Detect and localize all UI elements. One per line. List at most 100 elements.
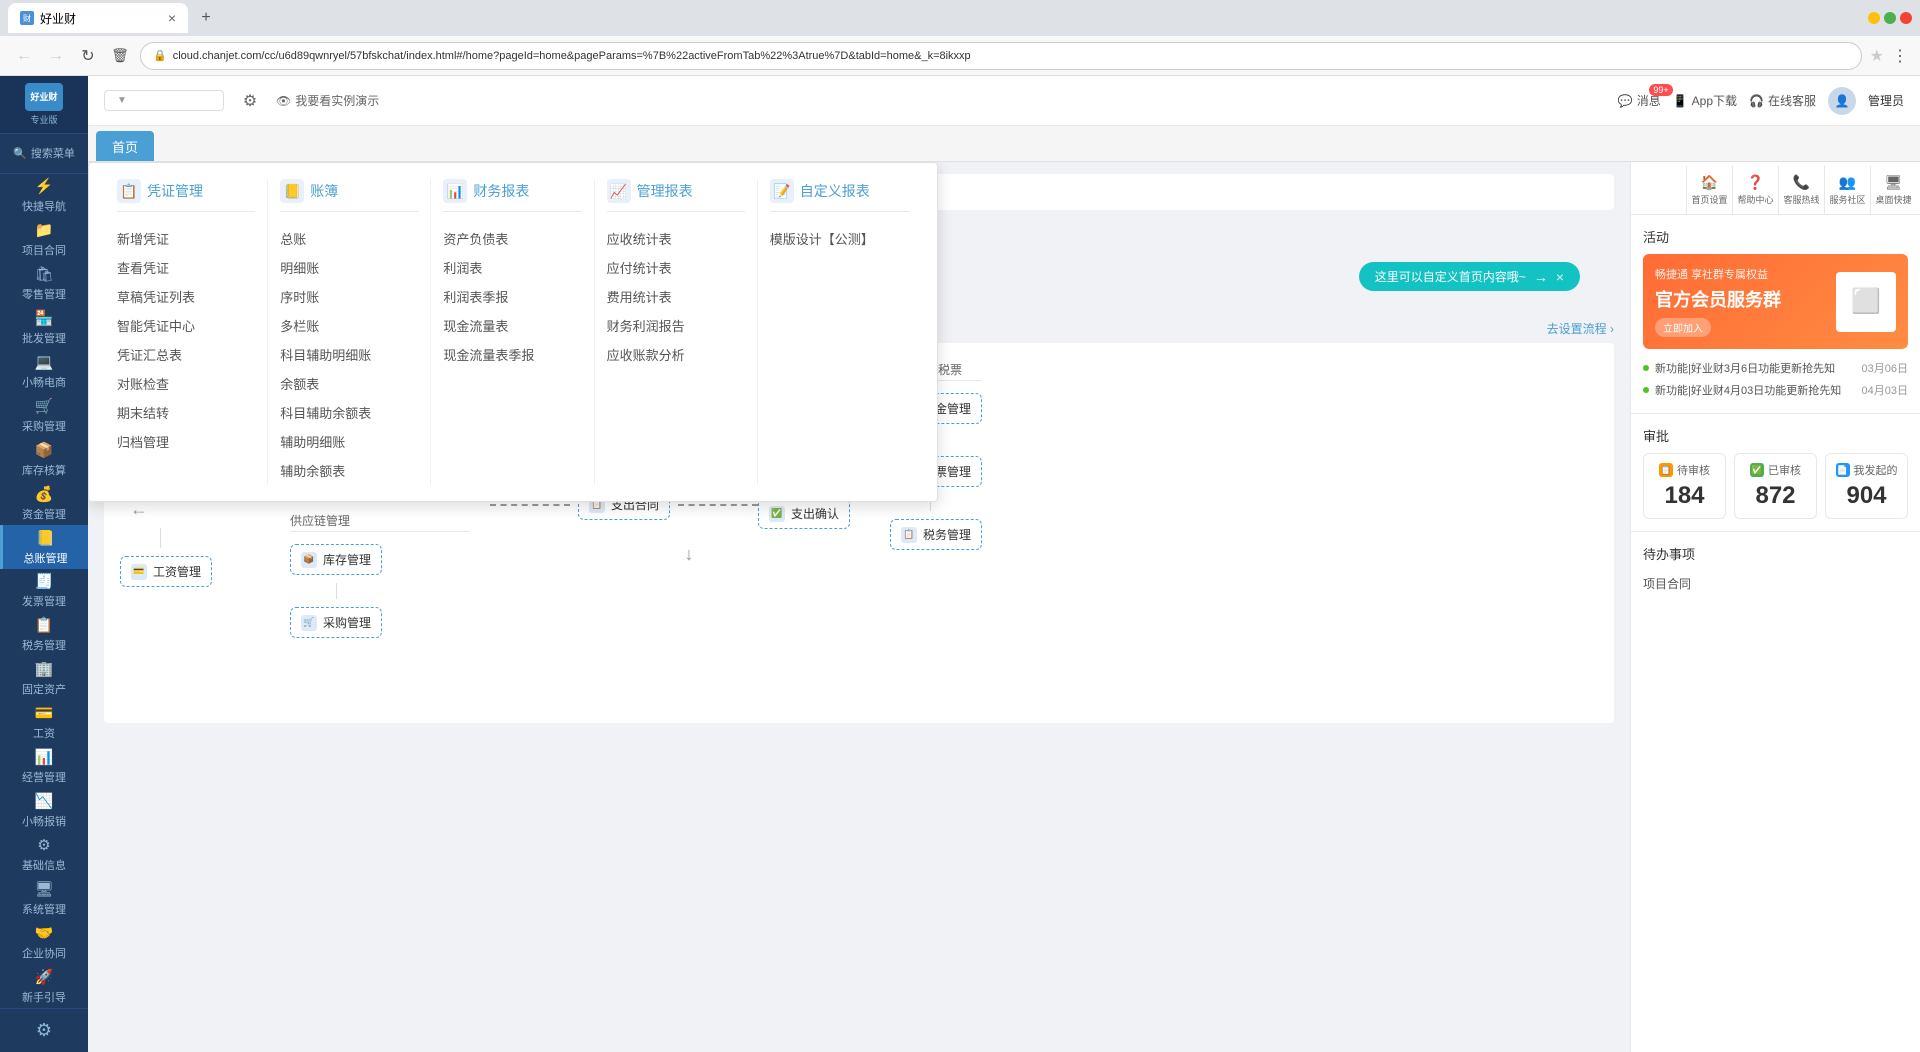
community-button[interactable]: 👥 服务社区 — [1824, 166, 1870, 214]
demo-link[interactable]: 👁 我要看实例演示 — [276, 92, 379, 109]
menu-item-view-voucher[interactable]: 查看凭证 — [117, 253, 255, 282]
expense-confirm-box[interactable]: ✅ 支出确认 — [758, 498, 850, 529]
hotline-button[interactable]: 📞 客服热线 — [1778, 166, 1824, 214]
inventory-mgmt-box[interactable]: 📦 库存管理 — [290, 544, 382, 575]
menu-item-profit-report[interactable]: 财务利润报告 — [607, 311, 745, 340]
news-date-1: 03月06日 — [1862, 360, 1908, 376]
sidebar-item-general-ledger[interactable]: 📒 总账管理 — [0, 525, 88, 569]
company-selector[interactable]: ▼ — [104, 90, 224, 111]
nav-forward-button[interactable]: → — [44, 44, 68, 68]
assets-icon: 🏢 — [35, 660, 54, 678]
menu-item-profit[interactable]: 利润表 — [443, 253, 581, 282]
sidebar-item-purchase[interactable]: 🛒 采购管理 — [0, 393, 88, 437]
maximize-button[interactable] — [1884, 12, 1896, 24]
menu-item-period-end[interactable]: 期末结转 — [117, 398, 255, 427]
shortcut-icon: ⚡ — [35, 177, 54, 195]
sidebar-item-payroll[interactable]: 💳 工资 — [0, 701, 88, 745]
sidebar-item-retail[interactable]: 🛍 零售管理 — [0, 262, 88, 306]
mgmt-report-section-title: 管理报表 — [637, 181, 693, 201]
tip-close-button[interactable]: × — [1556, 269, 1564, 285]
menu-item-multi-ledger[interactable]: 多栏账 — [280, 311, 418, 340]
sidebar-item-invoice[interactable]: 🧾 发票管理 — [0, 569, 88, 613]
sidebar-item-sales-expense[interactable]: 📉 小畅报销 — [0, 789, 88, 833]
menu-item-aux-balance[interactable]: 辅助余额表 — [280, 456, 418, 485]
sidebar-item-shortcut[interactable]: ⚡ 快捷导航 — [0, 174, 88, 218]
purchase-mgmt-box[interactable]: 🛒 采购管理 — [290, 607, 382, 638]
custom-report-section-title: 自定义报表 — [800, 181, 870, 201]
sidebar-settings-button[interactable]: ⚙ — [0, 1008, 88, 1052]
setup-flow-link[interactable]: 去设置流程 › — [1547, 320, 1614, 337]
menu-item-reconcile[interactable]: 对账检查 — [117, 369, 255, 398]
sidebar-item-tax[interactable]: 📋 税务管理 — [0, 613, 88, 657]
sidebar-item-basics[interactable]: ⚙ 基础信息 — [0, 832, 88, 876]
nav-menu-icon[interactable]: ⋮ — [1892, 46, 1908, 66]
approval-card-pending[interactable]: 📋 待审核 184 — [1643, 453, 1726, 519]
menu-item-smart-voucher[interactable]: 智能凭证中心 — [117, 311, 255, 340]
homepage-settings-button[interactable]: 🏠 首页设置 — [1686, 166, 1732, 214]
menu-item-archive[interactable]: 归档管理 — [117, 427, 255, 456]
menu-item-voucher-summary[interactable]: 凭证汇总表 — [117, 340, 255, 369]
banner-tag[interactable]: 立即加入 — [1655, 318, 1711, 337]
menu-item-expense-stats[interactable]: 费用统计表 — [607, 282, 745, 311]
sidebar-item-operations[interactable]: 📊 经营管理 — [0, 745, 88, 789]
online-service-button[interactable]: 🎧 在线客服 — [1749, 92, 1816, 109]
url-bar[interactable]: 🔒 cloud.chanjet.com/cc/u6d89qwnryel/57bf… — [140, 42, 1862, 70]
app-download-button[interactable]: 📱 App下载 — [1673, 92, 1737, 109]
payroll-box-icon: 💳 — [131, 564, 147, 580]
nav-back-button[interactable]: ← — [12, 44, 36, 68]
sidebar-item-fixed-assets[interactable]: 🏢 固定资产 — [0, 657, 88, 701]
notification-button[interactable]: 💬 消息 99+ — [1618, 92, 1661, 109]
menu-item-subject-detail[interactable]: 科目辅助明细账 — [280, 340, 418, 369]
desktop-shortcut-button[interactable]: 🖥 桌面快捷 — [1870, 166, 1916, 214]
sidebar-item-new-guide[interactable]: 🚀 新手引导 — [0, 964, 88, 1008]
payroll-mgmt-box[interactable]: 💳 工资管理 — [120, 556, 212, 587]
menu-item-balance-sheet[interactable]: 资产负债表 — [443, 224, 581, 253]
menu-item-payable-stats[interactable]: 应付统计表 — [607, 253, 745, 282]
menu-item-aux-detail[interactable]: 辅助明细账 — [280, 427, 418, 456]
nav-refresh-button[interactable]: ↻ — [76, 44, 100, 68]
activity-banner[interactable]: 畅捷通 享社群专属权益 官方会员服务群 立即加入 ⬜ — [1643, 254, 1908, 349]
user-avatar[interactable]: 👤 — [1828, 87, 1856, 115]
menu-item-new-voucher[interactable]: 新增凭证 — [117, 224, 255, 253]
menu-item-receivable-stats[interactable]: 应收统计表 — [607, 224, 745, 253]
menu-item-cashflow-quarterly[interactable]: 现金流量表季报 — [443, 340, 581, 369]
minimize-button[interactable] — [1868, 12, 1880, 24]
menu-item-general-ledger[interactable]: 总账 — [280, 224, 418, 253]
sidebar-item-ecommerce[interactable]: 💻 小畅电商 — [0, 349, 88, 393]
sidebar-item-search[interactable]: 🔍 搜索菜单 — [0, 134, 88, 174]
menu-item-draft-voucher[interactable]: 草稿凭证列表 — [117, 282, 255, 311]
tab-close-icon[interactable]: × — [168, 10, 176, 26]
tab-home[interactable]: 首页 — [96, 131, 154, 161]
topbar-settings-button[interactable]: ⚙ — [236, 87, 264, 115]
browser-tab[interactable]: 财 好业财 × — [8, 3, 188, 33]
menu-section-financial-report: 📊 财务报表 资产负债表 利润表 利润表季报 现金流量表 现金流量表季报 — [431, 179, 594, 485]
menu-item-profit-quarterly[interactable]: 利润表季报 — [443, 282, 581, 311]
notification-icon: 💬 — [1618, 94, 1633, 108]
approval-card-initiated[interactable]: 📄 我发起的 904 — [1825, 453, 1908, 519]
sidebar-item-project-contract[interactable]: 📁 项目合同 — [0, 218, 88, 262]
help-center-button[interactable]: ❓ 帮助中心 — [1732, 166, 1778, 214]
approval-card-approved[interactable]: ✅ 已审核 872 — [1734, 453, 1817, 519]
sidebar-item-wholesale[interactable]: 🏪 批发管理 — [0, 306, 88, 350]
new-tab-button[interactable]: + — [194, 6, 218, 30]
nav-delete-button[interactable]: 🗑 — [108, 44, 132, 68]
menu-item-subject-balance[interactable]: 科目辅助余额表 — [280, 398, 418, 427]
sidebar-item-system[interactable]: 🖥 系统管理 — [0, 876, 88, 920]
menu-item-template-design[interactable]: 模版设计【公测】 — [770, 224, 909, 253]
menu-item-sequence-ledger[interactable]: 序时账 — [280, 282, 418, 311]
menu-item-receivable-analysis[interactable]: 应收账款分析 — [607, 340, 745, 369]
sidebar-item-finance[interactable]: 💰 资金管理 — [0, 481, 88, 525]
news-item-1[interactable]: 新功能|好业财3月6日功能更新抢先知 03月06日 — [1643, 357, 1908, 379]
tax-mgmt-box[interactable]: 📋 税务管理 — [890, 519, 982, 550]
news-item-2[interactable]: 新功能|好业财4月03日功能更新抢先知 04月03日 — [1643, 379, 1908, 401]
tip-arrow: → — [1534, 269, 1548, 285]
menu-item-cashflow[interactable]: 现金流量表 — [443, 311, 581, 340]
menu-item-balance[interactable]: 余额表 — [280, 369, 418, 398]
menu-item-detail-ledger[interactable]: 明细账 — [280, 253, 418, 282]
sidebar-item-inventory[interactable]: 📦 库存核算 — [0, 437, 88, 481]
close-button[interactable] — [1900, 12, 1912, 24]
bookmark-icon[interactable]: ★ — [1870, 46, 1884, 66]
sidebar-item-enterprise[interactable]: 🤝 企业协同 — [0, 920, 88, 964]
tax-icon: 📋 — [35, 616, 54, 634]
pending-item-1[interactable]: 项目合同 — [1643, 571, 1908, 596]
